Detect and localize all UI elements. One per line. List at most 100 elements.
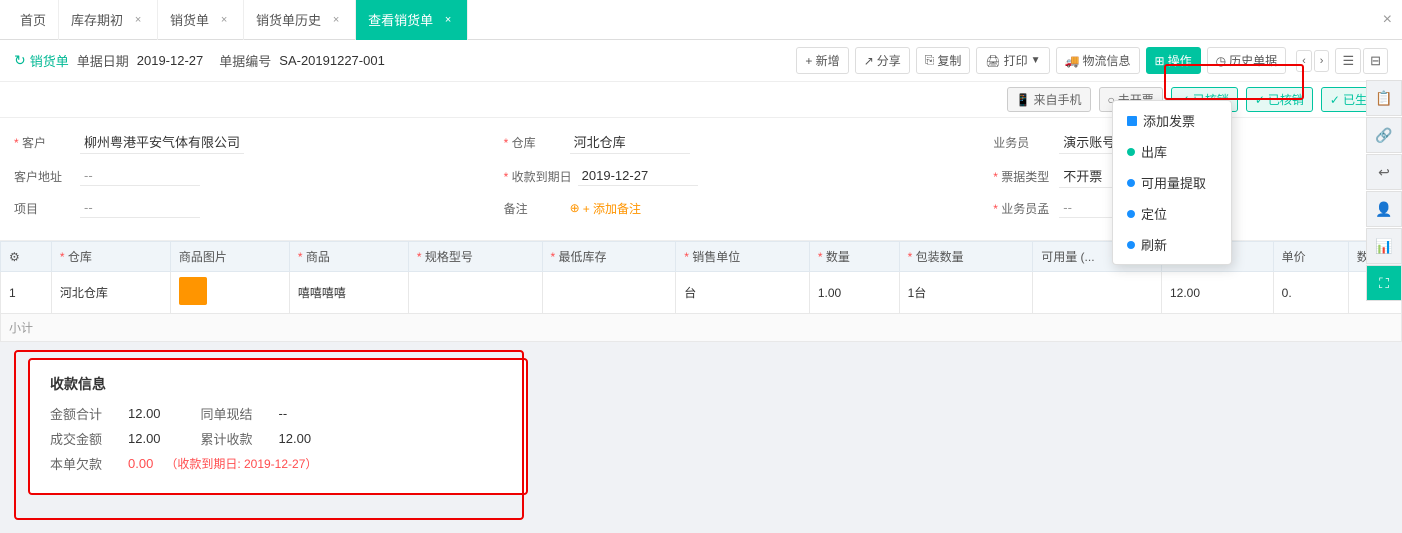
dropdown-available-extract[interactable]: 可用量提取	[1113, 167, 1231, 198]
col-quantity: * 数量	[809, 242, 899, 272]
duedate-label: 收款到期日	[504, 168, 572, 185]
subtotal-label: 小计	[1, 314, 1402, 342]
total-amount-value: 12.00	[128, 406, 161, 421]
summary-row-1: 金额合计 12.00 同单现结 --	[50, 404, 506, 423]
cell-product: 嘻嘻嘻嘻	[289, 272, 408, 314]
col-price: 单价	[1273, 242, 1348, 272]
refresh-icon-menu	[1127, 241, 1135, 249]
add-note-button[interactable]: ⊕ + 添加备注	[570, 200, 641, 217]
project-field: 项目 --	[14, 198, 409, 218]
sidebar-icon-1[interactable]: 📋	[1366, 80, 1402, 116]
view-toggle: ☰ ⊟	[1335, 48, 1388, 74]
warehouse-value: 河北仓库	[570, 130, 690, 154]
toolbar: + 新增 ↗ 分享 ⎘ 复制 🖨 打印 ▼ 🚚 物流信息 ⊞ 操作	[796, 47, 1388, 74]
remark-label: 备注	[504, 200, 564, 217]
truck-icon: 🚚	[1065, 54, 1080, 68]
tab-history[interactable]: 销货单历史 ×	[244, 0, 356, 40]
dropdown-locate[interactable]: 定位	[1113, 198, 1231, 229]
dropdown-add-invoice[interactable]: 添加发票	[1113, 105, 1231, 136]
sold-check-icon: ✓	[1255, 93, 1265, 107]
cell-spec	[408, 272, 542, 314]
new-button[interactable]: + 新增	[796, 47, 848, 74]
tab-view-sales[interactable]: 查看销货单 ×	[356, 0, 468, 40]
total-amount-field: 金额合计 12.00	[50, 404, 161, 423]
share-icon: ↗	[864, 54, 874, 68]
outstanding-suffix: （收款到期日: 2019-12-27）	[165, 455, 317, 472]
tab-inventory-close[interactable]: ×	[131, 13, 145, 27]
deal-amount-label: 成交金额	[50, 429, 120, 448]
copy-icon: ⎘	[925, 53, 935, 68]
tab-sales-close[interactable]: ×	[217, 13, 231, 27]
total-amount-label: 金额合计	[50, 404, 120, 423]
list-view-button[interactable]: ☰	[1335, 48, 1361, 74]
cell-pack-qty: 1台	[899, 272, 1033, 314]
sidebar-icon-4[interactable]: 👤	[1366, 191, 1402, 227]
summary-row-2: 成交金额 12.00 累计收款 12.00	[50, 429, 506, 448]
tab-sales[interactable]: 销货单 ×	[158, 0, 244, 40]
logistics-button[interactable]: 🚚 物流信息	[1056, 47, 1140, 74]
tab-history-close[interactable]: ×	[329, 13, 343, 27]
tab-view-sales-close[interactable]: ×	[441, 13, 455, 27]
summary-row-3: 本单欠款 0.00 （收款到期日: 2019-12-27）	[50, 454, 506, 473]
history-button[interactable]: ◷ 历史单据	[1207, 47, 1287, 74]
staff-label: 业务员	[993, 134, 1053, 151]
summary-area: 收款信息 金额合计 12.00 同单现结 -- 成交金额 12.00 累计收款	[28, 358, 528, 495]
grid-icon: ⊞	[1155, 54, 1165, 68]
tab-history-label: 销货单历史	[256, 10, 321, 29]
window-close-icon[interactable]: ×	[1383, 11, 1392, 29]
prev-button[interactable]: ‹	[1296, 50, 1312, 72]
doc-header: ↻ 销货单 单据日期 2019-12-27 单据编号 SA-20191227-0…	[0, 40, 1402, 82]
outstanding-value: 0.00	[128, 456, 153, 471]
operation-button[interactable]: ⊞ 操作	[1146, 47, 1201, 74]
tab-home-label: 首页	[20, 10, 46, 29]
history-icon: ◷	[1216, 54, 1226, 68]
print-button[interactable]: 🖨 打印 ▼	[976, 47, 1049, 74]
col-gear[interactable]: ⚙	[1, 242, 52, 272]
project-label: 项目	[14, 200, 74, 217]
dropdown-menu: 添加发票 出库 可用量提取 定位 刷新	[1112, 100, 1232, 265]
tab-home[interactable]: 首页	[8, 0, 59, 40]
sales-staff-label: 业务员孟	[993, 200, 1053, 217]
add-invoice-label: 添加发票	[1143, 111, 1195, 130]
next-button[interactable]: ›	[1314, 50, 1330, 72]
copy-button[interactable]: ⎘ 复制	[916, 47, 971, 74]
outstanding-field: 本单欠款 0.00 （收款到期日: 2019-12-27）	[50, 454, 317, 473]
grid-view-button[interactable]: ⊟	[1363, 48, 1388, 74]
customer-label: 客户	[14, 134, 74, 151]
cell-available	[1033, 272, 1162, 314]
table-row: 1 河北仓库 嘻嘻嘻嘻 台 1.00 1台 12.00 0.	[1, 272, 1402, 314]
tab-inventory-label: 库存期初	[71, 10, 123, 29]
date-label: 单据日期 2019-12-27	[77, 51, 204, 70]
cell-img	[170, 272, 289, 314]
cell-quantity: 1.00	[809, 272, 899, 314]
sidebar-icon-expand[interactable]: ⛶	[1366, 265, 1402, 301]
summary-section: 收款信息 金额合计 12.00 同单现结 -- 成交金额 12.00 累计收款	[0, 342, 1402, 511]
available-extract-label: 可用量提取	[1141, 173, 1206, 192]
outbound-label: 出库	[1141, 142, 1167, 161]
cell-min-stock	[542, 272, 676, 314]
subtotal-row: 小计	[1, 314, 1402, 342]
sidebar-icon-3[interactable]: ↩	[1366, 154, 1402, 190]
same-order-settle-label: 同单现结	[201, 404, 271, 423]
sidebar-icon-5[interactable]: 📊	[1366, 228, 1402, 264]
print-dropdown-arrow: ▼	[1031, 55, 1041, 66]
duedate-value: 2019-12-27	[578, 166, 698, 186]
customer-field: 客户 柳州粤港平安气体有限公司	[14, 130, 409, 154]
cell-index: 1	[1, 272, 52, 314]
address-value: --	[80, 166, 200, 186]
dropdown-outbound[interactable]: 出库	[1113, 136, 1231, 167]
refresh-icon: ↻	[14, 52, 26, 69]
right-sidebar: 📋 🔗 ↩ 👤 📊 ⛶	[1366, 80, 1402, 301]
extract-icon	[1127, 179, 1135, 187]
doc-type-badge: ↻ 销货单	[14, 51, 69, 70]
dropdown-refresh[interactable]: 刷新	[1113, 229, 1231, 260]
tab-bar: 首页 库存期初 × 销货单 × 销货单历史 × 查看销货单 × ×	[0, 0, 1402, 40]
remark-field: 备注 ⊕ + 添加备注	[504, 200, 899, 217]
sidebar-icon-2[interactable]: 🔗	[1366, 117, 1402, 153]
billtype-label: 票据类型	[993, 168, 1053, 185]
warehouse-field: 仓库 河北仓库	[504, 130, 899, 154]
locate-icon	[1127, 210, 1135, 218]
share-button[interactable]: ↗ 分享	[855, 47, 910, 74]
tab-inventory[interactable]: 库存期初 ×	[59, 0, 158, 40]
refresh-label: 刷新	[1141, 235, 1167, 254]
